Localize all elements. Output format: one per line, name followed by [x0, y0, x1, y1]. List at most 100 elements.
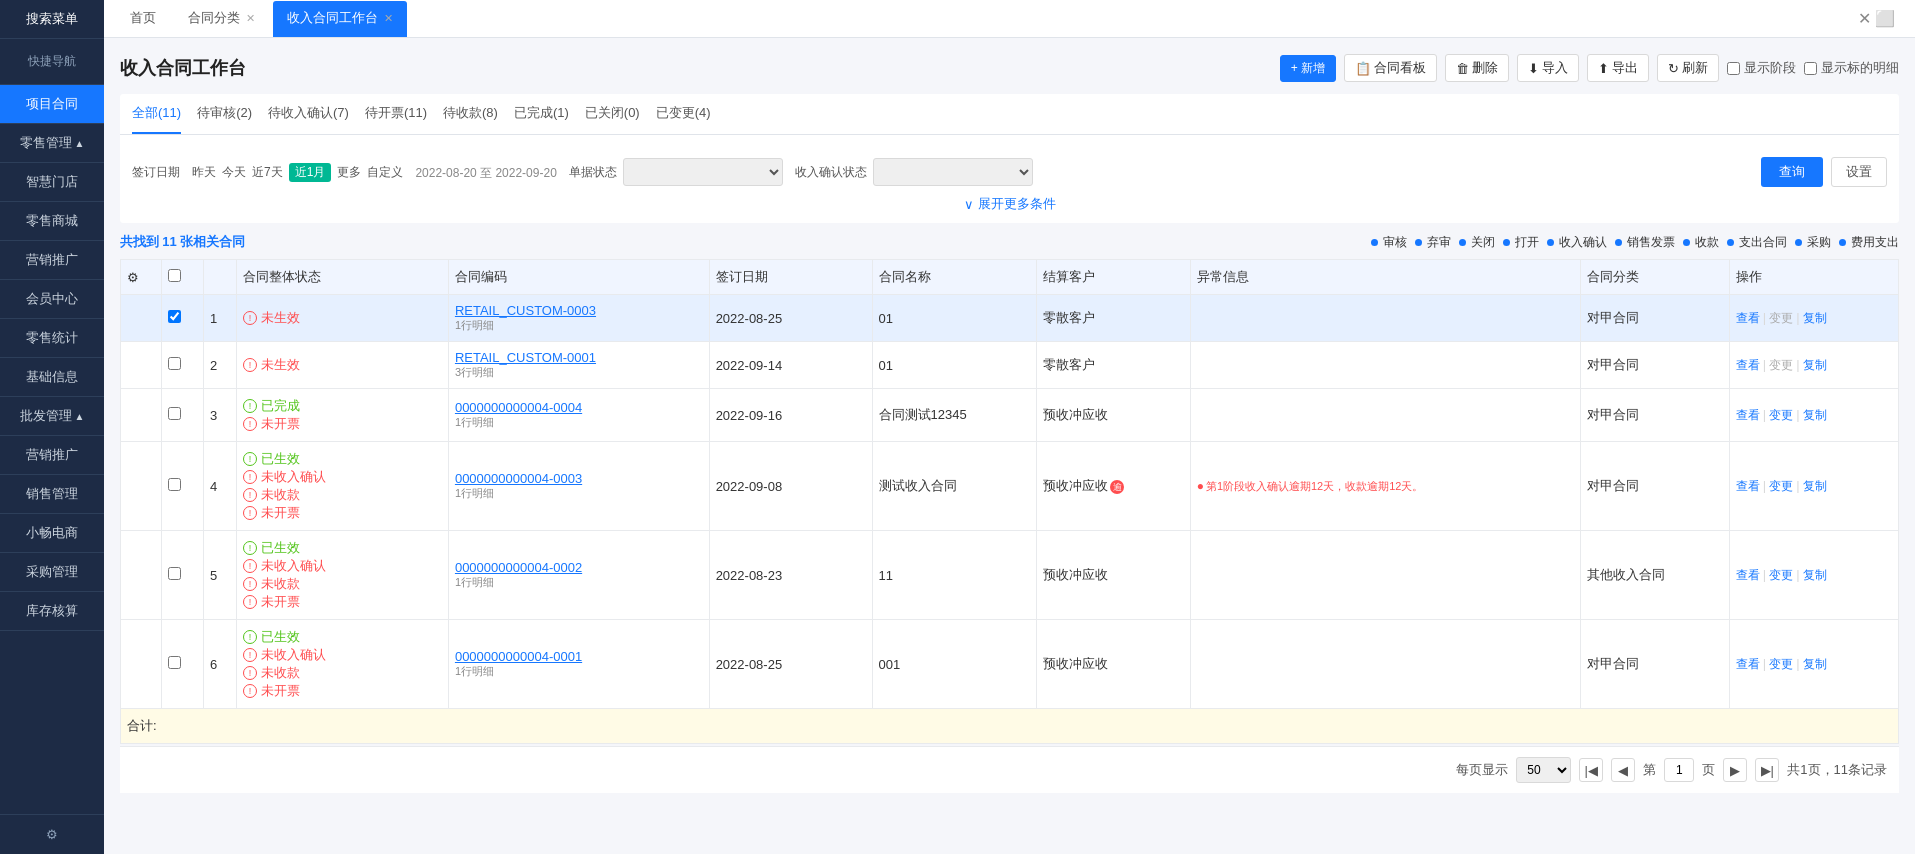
filter-tab-closed[interactable]: 已关闭(0) — [585, 94, 640, 134]
sidebar-search[interactable]: 搜索菜单 — [0, 0, 104, 39]
tab-close-icon[interactable]: ✕ — [246, 12, 255, 24]
row-checkbox[interactable] — [168, 310, 181, 323]
row-checkbox[interactable] — [168, 407, 181, 420]
contract-code-link[interactable]: 0000000000004-0001 — [455, 649, 582, 664]
cell-contract-name: 合同测试12345 — [872, 389, 1037, 442]
import-button[interactable]: ⬇ 导入 — [1517, 54, 1579, 82]
delete-button[interactable]: 🗑 删除 — [1445, 54, 1509, 82]
op-btn-查看[interactable]: 查看 — [1736, 479, 1760, 493]
date-shortcut-last1month[interactable]: 近1月 — [289, 163, 332, 182]
row-checkbox[interactable] — [168, 357, 181, 370]
tab-close-icon[interactable]: ✕ — [384, 12, 393, 24]
refresh-button[interactable]: ↻ 刷新 — [1657, 54, 1719, 82]
sidebar-item-retail-mall[interactable]: 零售商城 — [0, 202, 104, 241]
date-shortcut-last7days[interactable]: 近7天 — [252, 164, 283, 181]
contract-code-link[interactable]: RETAIL_CUSTOM-0001 — [455, 350, 596, 365]
page-last-btn[interactable]: ▶| — [1755, 758, 1779, 782]
op-btn-变更[interactable]: 变更 — [1769, 657, 1793, 671]
sidebar-item-marketing[interactable]: 营销推广 — [0, 241, 104, 280]
action-pay_contract[interactable]: 支出合同 — [1727, 234, 1787, 251]
sidebar-item-member[interactable]: 会员中心 — [0, 280, 104, 319]
contract-code-link[interactable]: 0000000000004-0002 — [455, 560, 582, 575]
action-expense_out[interactable]: 费用支出 — [1839, 234, 1899, 251]
sidebar-item-retail-stats[interactable]: 零售统计 — [0, 319, 104, 358]
sidebar-item-base-info[interactable]: 基础信息 — [0, 358, 104, 397]
show-marked-detail-checkbox[interactable]: 显示标的明细 — [1804, 59, 1899, 77]
op-btn-复制[interactable]: 复制 — [1803, 568, 1827, 582]
filter-tab-pending_invoice[interactable]: 待开票(11) — [365, 94, 427, 134]
page-number-input[interactable] — [1664, 758, 1694, 782]
filter-tab-changed[interactable]: 已变更(4) — [656, 94, 711, 134]
page-first-btn[interactable]: |◀ — [1579, 758, 1603, 782]
op-btn-查看[interactable]: 查看 — [1736, 408, 1760, 422]
filter-tab-all[interactable]: 全部(11) — [132, 94, 181, 134]
query-button[interactable]: 查询 — [1761, 157, 1823, 187]
page-prev-btn[interactable]: ◀ — [1611, 758, 1635, 782]
action-collect[interactable]: 收款 — [1683, 234, 1719, 251]
op-btn-查看[interactable]: 查看 — [1736, 568, 1760, 582]
sidebar-item-xiaochangec[interactable]: 小畅电商 — [0, 514, 104, 553]
sidebar-item-marketing2[interactable]: 营销推广 — [0, 436, 104, 475]
op-btn-变更[interactable]: 变更 — [1769, 568, 1793, 582]
date-shortcut-today[interactable]: 今天 — [222, 164, 246, 181]
date-shortcut-more[interactable]: 更多 — [337, 164, 361, 181]
action-close[interactable]: 关闭 — [1459, 234, 1495, 251]
op-btn-变更[interactable]: 变更 — [1769, 479, 1793, 493]
sidebar-item-smart-store[interactable]: 智慧门店 — [0, 163, 104, 202]
sidebar-item-purchase[interactable]: 采购管理 — [0, 553, 104, 592]
income-confirm-select[interactable] — [873, 158, 1033, 186]
row-checkbox[interactable] — [168, 567, 181, 580]
filter-tab-pending_review[interactable]: 待审核(2) — [197, 94, 252, 134]
window-close-btn[interactable]: ✕ ⬜ — [1850, 9, 1903, 28]
op-btn-复制[interactable]: 复制 — [1803, 311, 1827, 325]
op-btn-查看[interactable]: 查看 — [1736, 657, 1760, 671]
sidebar-item-sales-mgmt[interactable]: 销售管理 — [0, 475, 104, 514]
action-purchase[interactable]: 采购 — [1795, 234, 1831, 251]
contract-code-link[interactable]: 0000000000004-0003 — [455, 471, 582, 486]
contract-code-link[interactable]: RETAIL_CUSTOM-0003 — [455, 303, 596, 318]
filter-tab-pending_payment[interactable]: 待收款(8) — [443, 94, 498, 134]
new-button[interactable]: + 新增 — [1280, 55, 1336, 82]
sidebar-quicknav[interactable]: 快捷导航 — [0, 39, 104, 85]
page-next-btn[interactable]: ▶ — [1723, 758, 1747, 782]
doc-status-select[interactable] — [623, 158, 783, 186]
show-phase-checkbox[interactable]: 显示阶段 — [1727, 59, 1796, 77]
action-sales_invoice[interactable]: 销售发票 — [1615, 234, 1675, 251]
op-btn-查看[interactable]: 查看 — [1736, 311, 1760, 325]
page-size-select[interactable]: 50 100 — [1516, 757, 1571, 783]
cell-abnormal — [1190, 295, 1581, 342]
select-all-checkbox[interactable] — [168, 269, 181, 282]
action-dot-icon — [1371, 239, 1378, 246]
filter-tab-pending_confirm[interactable]: 待收入确认(7) — [268, 94, 349, 134]
set-button[interactable]: 设置 — [1831, 157, 1887, 187]
op-btn-查看[interactable]: 查看 — [1736, 358, 1760, 372]
sidebar-item-inventory[interactable]: 库存核算 — [0, 592, 104, 631]
op-btn-复制[interactable]: 复制 — [1803, 408, 1827, 422]
op-btn-变更[interactable]: 变更 — [1769, 408, 1793, 422]
sidebar-item-retail-mgmt[interactable]: 零售管理 ▲ — [0, 124, 104, 163]
action-income_confirm[interactable]: 收入确认 — [1547, 234, 1607, 251]
row-checkbox[interactable] — [168, 478, 181, 491]
op-btn-复制[interactable]: 复制 — [1803, 657, 1827, 671]
sidebar-settings[interactable]: ⚙ — [0, 814, 104, 854]
op-btn-复制[interactable]: 复制 — [1803, 358, 1827, 372]
row-checkbox[interactable] — [168, 656, 181, 669]
tab-contract-category[interactable]: 合同分类✕ — [174, 1, 269, 37]
tab-home[interactable]: 首页 — [116, 1, 170, 37]
date-shortcut-custom[interactable]: 自定义 — [367, 164, 403, 181]
export-button[interactable]: ⬆ 导出 — [1587, 54, 1649, 82]
sidebar-item-project[interactable]: 项目合同 — [0, 85, 104, 124]
contract-board-button[interactable]: 📋 合同看板 — [1344, 54, 1437, 82]
page-label: 第 — [1643, 761, 1656, 779]
tab-income-workbench[interactable]: 收入合同工作台✕ — [273, 1, 407, 37]
date-shortcut-yesterday[interactable]: 昨天 — [192, 164, 216, 181]
action-open[interactable]: 打开 — [1503, 234, 1539, 251]
sidebar-item-batch-mgmt[interactable]: 批发管理 ▲ — [0, 397, 104, 436]
contract-code-link[interactable]: 0000000000004-0004 — [455, 400, 582, 415]
action-abandon[interactable]: 弃审 — [1415, 234, 1451, 251]
filter-tab-completed[interactable]: 已完成(1) — [514, 94, 569, 134]
col-settings[interactable]: ⚙ — [121, 260, 162, 295]
expand-conditions-btn[interactable]: ∨ 展开更多条件 — [964, 195, 1056, 213]
op-btn-复制[interactable]: 复制 — [1803, 479, 1827, 493]
action-review[interactable]: 审核 — [1371, 234, 1407, 251]
